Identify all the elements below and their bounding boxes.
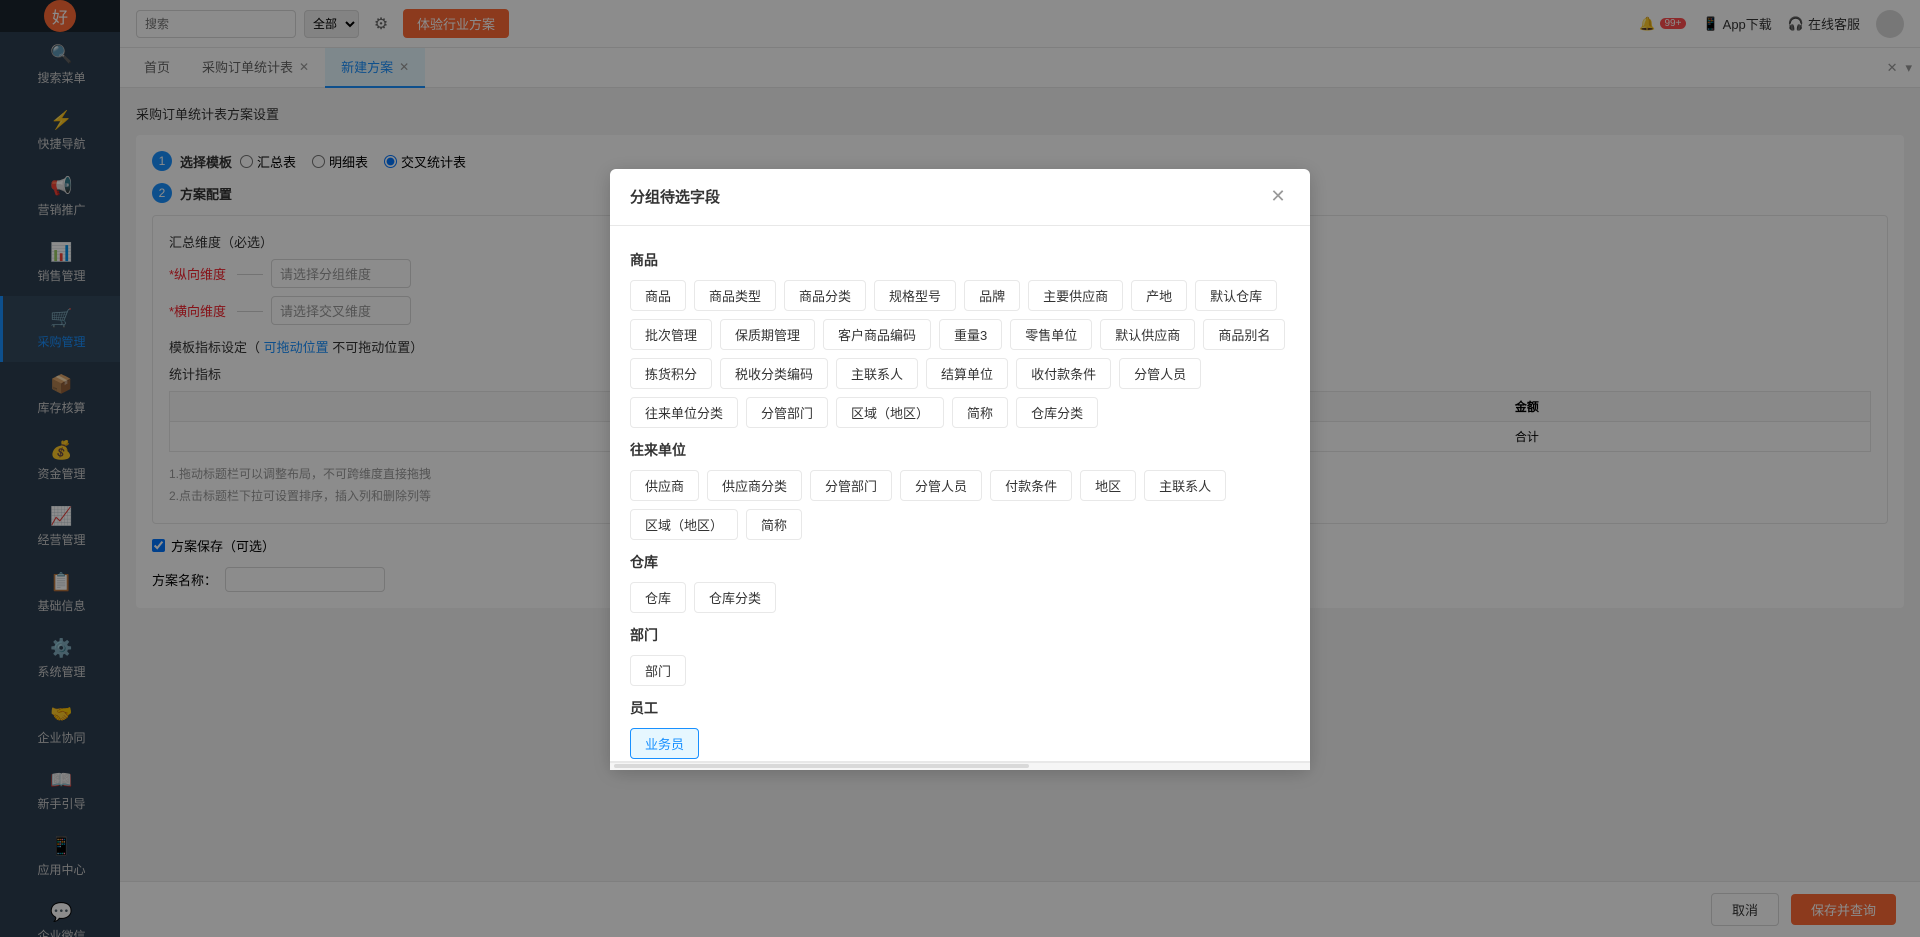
modal-title: 分组待选字段 <box>630 186 720 207</box>
field-tag-goods-alias[interactable]: 商品别名 <box>1203 319 1285 350</box>
field-tag-pickup-points[interactable]: 拣货积分 <box>630 358 712 389</box>
field-tag-origin[interactable]: 产地 <box>1131 280 1187 311</box>
field-tag-short-name[interactable]: 简称 <box>952 397 1008 428</box>
field-tag-supplier[interactable]: 供应商 <box>630 470 699 501</box>
modal-footer-scrollbar-area <box>610 761 1310 769</box>
modal-body: 商品商品商品类型商品分类规格型号品牌主要供应商产地默认仓库批次管理保质期管理客户… <box>610 226 1310 761</box>
field-grid-warehouse: 仓库仓库分类 <box>630 582 1290 613</box>
modal-header: 分组待选字段 ✕ <box>610 169 1310 226</box>
field-tag-wh[interactable]: 仓库 <box>630 582 686 613</box>
field-grid-department: 部门 <box>630 655 1290 686</box>
field-tag-dept-management[interactable]: 分管部门 <box>746 397 828 428</box>
field-tag-brand[interactable]: 品牌 <box>964 280 1020 311</box>
field-tag-goods-type[interactable]: 商品类型 <box>694 280 776 311</box>
field-tag-area2[interactable]: 区域（地区） <box>630 509 738 540</box>
field-tag-contact[interactable]: 主联系人 <box>1144 470 1226 501</box>
field-tag-wh-category[interactable]: 仓库分类 <box>694 582 776 613</box>
field-tag-goods-category[interactable]: 商品分类 <box>784 280 866 311</box>
field-tag-warehouse-category[interactable]: 仓库分类 <box>1016 397 1098 428</box>
field-tag-short-name2[interactable]: 简称 <box>746 509 802 540</box>
field-tag-customer-code[interactable]: 客户商品编码 <box>823 319 931 350</box>
field-tag-retail-unit[interactable]: 零售单位 <box>1010 319 1092 350</box>
section-title-product: 商品 <box>630 250 1290 270</box>
field-tag-tax-code[interactable]: 税收分类编码 <box>720 358 828 389</box>
field-tag-salesperson[interactable]: 业务员 <box>630 728 699 759</box>
section-title-department: 部门 <box>630 625 1290 645</box>
field-tag-personnel[interactable]: 分管人员 <box>900 470 982 501</box>
field-grid-product: 商品商品类型商品分类规格型号品牌主要供应商产地默认仓库批次管理保质期管理客户商品… <box>630 280 1290 428</box>
field-grid-employee: 业务员 <box>630 728 1290 759</box>
field-tag-batch-management[interactable]: 批次管理 <box>630 319 712 350</box>
field-tag-supplier-category[interactable]: 供应商分类 <box>707 470 802 501</box>
field-tag-weight3[interactable]: 重量3 <box>939 319 1002 350</box>
field-tag-region[interactable]: 地区 <box>1080 470 1136 501</box>
field-tag-default-supplier[interactable]: 默认供应商 <box>1100 319 1195 350</box>
field-tag-source-unit-category[interactable]: 往来单位分类 <box>630 397 738 428</box>
field-tag-main-contact[interactable]: 主联系人 <box>836 358 918 389</box>
field-tag-default-warehouse[interactable]: 默认仓库 <box>1195 280 1277 311</box>
modal-close-icon[interactable]: ✕ <box>1266 185 1290 209</box>
modal-overlay[interactable]: 分组待选字段 ✕ 商品商品商品类型商品分类规格型号品牌主要供应商产地默认仓库批次… <box>0 0 1920 937</box>
section-title-employee: 员工 <box>630 698 1290 718</box>
field-grid-partner: 供应商供应商分类分管部门分管人员付款条件地区主联系人区域（地区） 简称 <box>630 470 1290 540</box>
field-tag-quality-management[interactable]: 保质期管理 <box>720 319 815 350</box>
field-tag-dept2[interactable]: 部门 <box>630 655 686 686</box>
field-tag-manager[interactable]: 分管人员 <box>1119 358 1201 389</box>
field-tag-dept[interactable]: 分管部门 <box>810 470 892 501</box>
field-tag-area-region[interactable]: 区域（地区） <box>836 397 944 428</box>
field-tag-spec-type[interactable]: 规格型号 <box>874 280 956 311</box>
field-tag-payment-terms[interactable]: 收付款条件 <box>1016 358 1111 389</box>
field-tag-settlement-unit[interactable]: 结算单位 <box>926 358 1008 389</box>
section-title-warehouse: 仓库 <box>630 552 1290 572</box>
field-tag-main-supplier[interactable]: 主要供应商 <box>1028 280 1123 311</box>
field-tag-goods[interactable]: 商品 <box>630 280 686 311</box>
modal: 分组待选字段 ✕ 商品商品商品类型商品分类规格型号品牌主要供应商产地默认仓库批次… <box>610 169 1310 769</box>
section-title-partner: 往来单位 <box>630 440 1290 460</box>
field-tag-payment-condition[interactable]: 付款条件 <box>990 470 1072 501</box>
